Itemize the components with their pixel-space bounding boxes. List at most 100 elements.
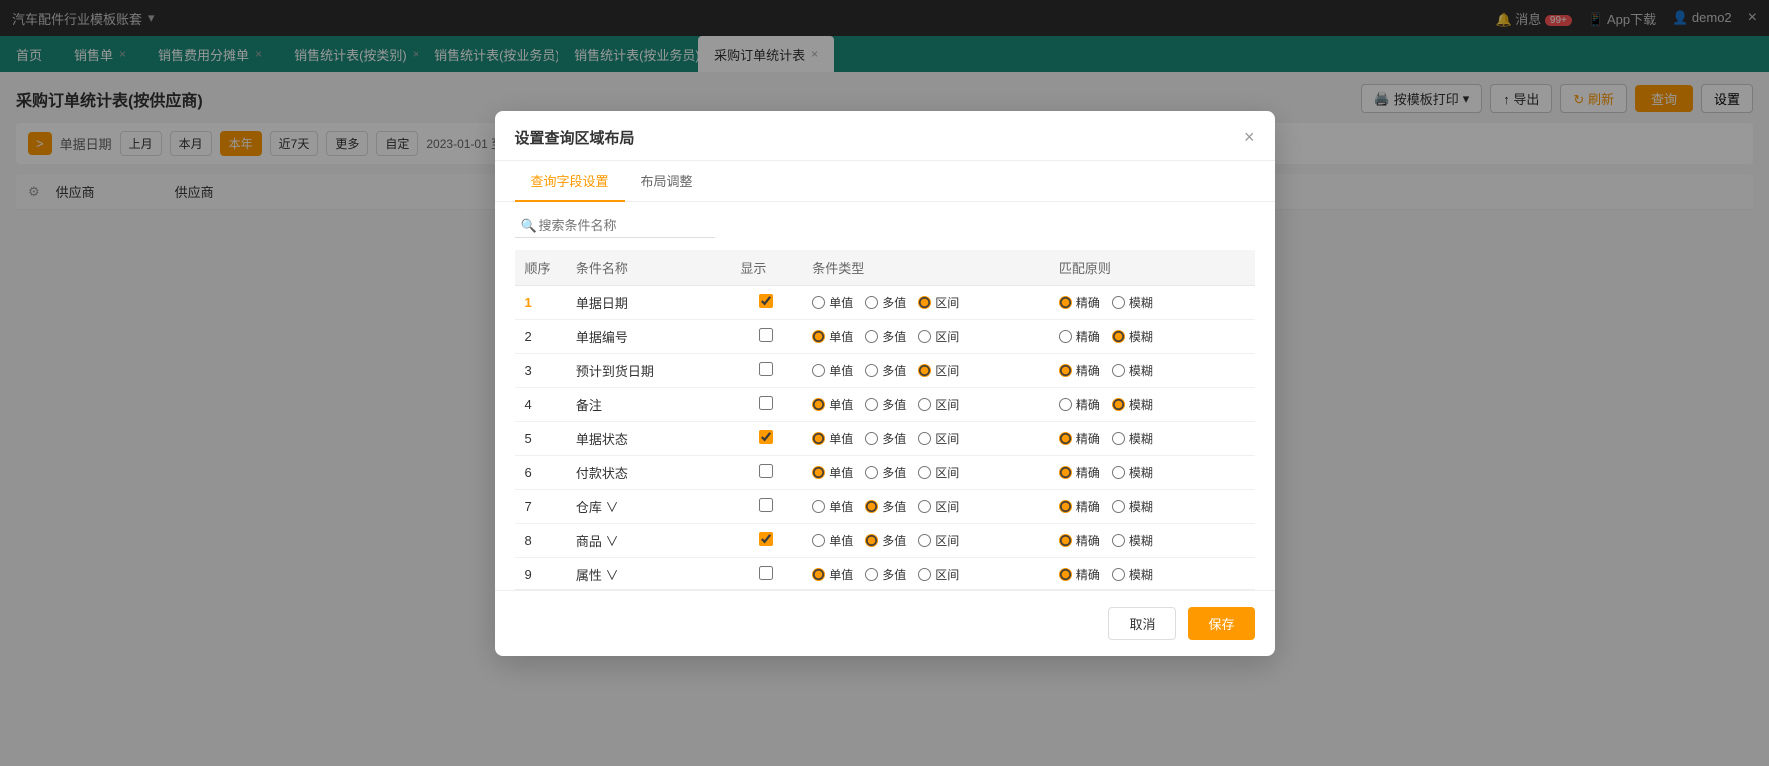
match-radio-input[interactable] <box>1112 296 1125 309</box>
display-checkbox[interactable] <box>759 362 773 376</box>
match-radio-input[interactable] <box>1112 432 1125 445</box>
match-radio-label[interactable]: 模糊 <box>1112 498 1153 515</box>
type-radio-label[interactable]: 多值 <box>865 566 906 583</box>
tab-layout-adjust[interactable]: 布局调整 <box>625 161 709 202</box>
display-checkbox[interactable] <box>759 566 773 580</box>
type-radio-label[interactable]: 单值 <box>812 430 853 447</box>
type-radio-label[interactable]: 区间 <box>918 464 959 481</box>
type-radio-input[interactable] <box>918 466 931 479</box>
type-radio-input[interactable] <box>865 568 878 581</box>
type-radio-label[interactable]: 单值 <box>812 328 853 345</box>
match-radio-label[interactable]: 精确 <box>1059 362 1100 379</box>
type-radio-label[interactable]: 单值 <box>812 532 853 549</box>
display-checkbox[interactable] <box>759 396 773 410</box>
type-radio-input[interactable] <box>812 432 825 445</box>
type-radio-input[interactable] <box>865 398 878 411</box>
match-radio-label[interactable]: 模糊 <box>1112 396 1153 413</box>
tab-query-field-settings[interactable]: 查询字段设置 <box>515 161 625 202</box>
match-radio-input[interactable] <box>1112 500 1125 513</box>
type-radio-label[interactable]: 单值 <box>812 498 853 515</box>
type-radio-label[interactable]: 区间 <box>918 532 959 549</box>
type-radio-input[interactable] <box>918 296 931 309</box>
type-radio-label[interactable]: 多值 <box>865 498 906 515</box>
match-radio-input[interactable] <box>1112 568 1125 581</box>
match-radio-input[interactable] <box>1112 534 1125 547</box>
type-radio-input[interactable] <box>865 466 878 479</box>
match-radio-input[interactable] <box>1112 364 1125 377</box>
match-radio-input[interactable] <box>1059 534 1072 547</box>
match-radio-input[interactable] <box>1059 398 1072 411</box>
match-radio-label[interactable]: 模糊 <box>1112 532 1153 549</box>
match-radio-input[interactable] <box>1112 398 1125 411</box>
display-checkbox[interactable] <box>759 430 773 444</box>
match-radio-label[interactable]: 精确 <box>1059 566 1100 583</box>
match-radio-label[interactable]: 模糊 <box>1112 566 1153 583</box>
match-radio-label[interactable]: 模糊 <box>1112 362 1153 379</box>
match-radio-input[interactable] <box>1059 364 1072 377</box>
type-radio-label[interactable]: 区间 <box>918 498 959 515</box>
type-radio-label[interactable]: 多值 <box>865 532 906 549</box>
type-radio-input[interactable] <box>812 296 825 309</box>
type-radio-input[interactable] <box>918 432 931 445</box>
type-radio-input[interactable] <box>812 534 825 547</box>
dialog-close-button[interactable]: × <box>1244 127 1255 160</box>
match-radio-label[interactable]: 模糊 <box>1112 464 1153 481</box>
type-radio-label[interactable]: 多值 <box>865 430 906 447</box>
match-radio-input[interactable] <box>1112 466 1125 479</box>
match-radio-label[interactable]: 模糊 <box>1112 328 1153 345</box>
type-radio-input[interactable] <box>812 500 825 513</box>
type-radio-input[interactable] <box>812 568 825 581</box>
type-radio-input[interactable] <box>918 534 931 547</box>
display-checkbox[interactable] <box>759 464 773 478</box>
type-radio-label[interactable]: 区间 <box>918 362 959 379</box>
type-radio-input[interactable] <box>812 330 825 343</box>
type-radio-label[interactable]: 单值 <box>812 464 853 481</box>
match-radio-input[interactable] <box>1059 466 1072 479</box>
type-radio-label[interactable]: 多值 <box>865 464 906 481</box>
type-radio-input[interactable] <box>812 398 825 411</box>
type-radio-input[interactable] <box>865 534 878 547</box>
match-radio-label[interactable]: 模糊 <box>1112 294 1153 311</box>
match-radio-label[interactable]: 精确 <box>1059 328 1100 345</box>
match-radio-label[interactable]: 精确 <box>1059 396 1100 413</box>
cancel-button[interactable]: 取消 <box>1108 607 1176 640</box>
display-checkbox[interactable] <box>759 328 773 342</box>
type-radio-label[interactable]: 区间 <box>918 430 959 447</box>
type-radio-label[interactable]: 区间 <box>918 396 959 413</box>
match-radio-label[interactable]: 模糊 <box>1112 430 1153 447</box>
type-radio-label[interactable]: 区间 <box>918 328 959 345</box>
match-radio-input[interactable] <box>1059 330 1072 343</box>
match-radio-input[interactable] <box>1059 500 1072 513</box>
type-radio-input[interactable] <box>918 364 931 377</box>
type-radio-input[interactable] <box>918 500 931 513</box>
match-radio-label[interactable]: 精确 <box>1059 498 1100 515</box>
type-radio-label[interactable]: 单值 <box>812 566 853 583</box>
search-input[interactable] <box>515 214 715 238</box>
display-checkbox[interactable] <box>759 294 773 308</box>
type-radio-input[interactable] <box>865 432 878 445</box>
type-radio-label[interactable]: 多值 <box>865 328 906 345</box>
match-radio-label[interactable]: 精确 <box>1059 532 1100 549</box>
match-radio-input[interactable] <box>1112 330 1125 343</box>
display-checkbox[interactable] <box>759 532 773 546</box>
match-radio-label[interactable]: 精确 <box>1059 430 1100 447</box>
type-radio-input[interactable] <box>918 568 931 581</box>
match-radio-label[interactable]: 精确 <box>1059 464 1100 481</box>
type-radio-input[interactable] <box>865 296 878 309</box>
type-radio-label[interactable]: 多值 <box>865 362 906 379</box>
display-checkbox[interactable] <box>759 498 773 512</box>
match-radio-input[interactable] <box>1059 568 1072 581</box>
save-button[interactable]: 保存 <box>1188 607 1254 640</box>
type-radio-label[interactable]: 多值 <box>865 294 906 311</box>
type-radio-input[interactable] <box>865 364 878 377</box>
type-radio-label[interactable]: 多值 <box>865 396 906 413</box>
type-radio-label[interactable]: 单值 <box>812 396 853 413</box>
type-radio-input[interactable] <box>812 466 825 479</box>
type-radio-input[interactable] <box>918 398 931 411</box>
type-radio-label[interactable]: 区间 <box>918 294 959 311</box>
type-radio-input[interactable] <box>918 330 931 343</box>
type-radio-label[interactable]: 单值 <box>812 362 853 379</box>
type-radio-label[interactable]: 单值 <box>812 294 853 311</box>
type-radio-label[interactable]: 区间 <box>918 566 959 583</box>
match-radio-label[interactable]: 精确 <box>1059 294 1100 311</box>
